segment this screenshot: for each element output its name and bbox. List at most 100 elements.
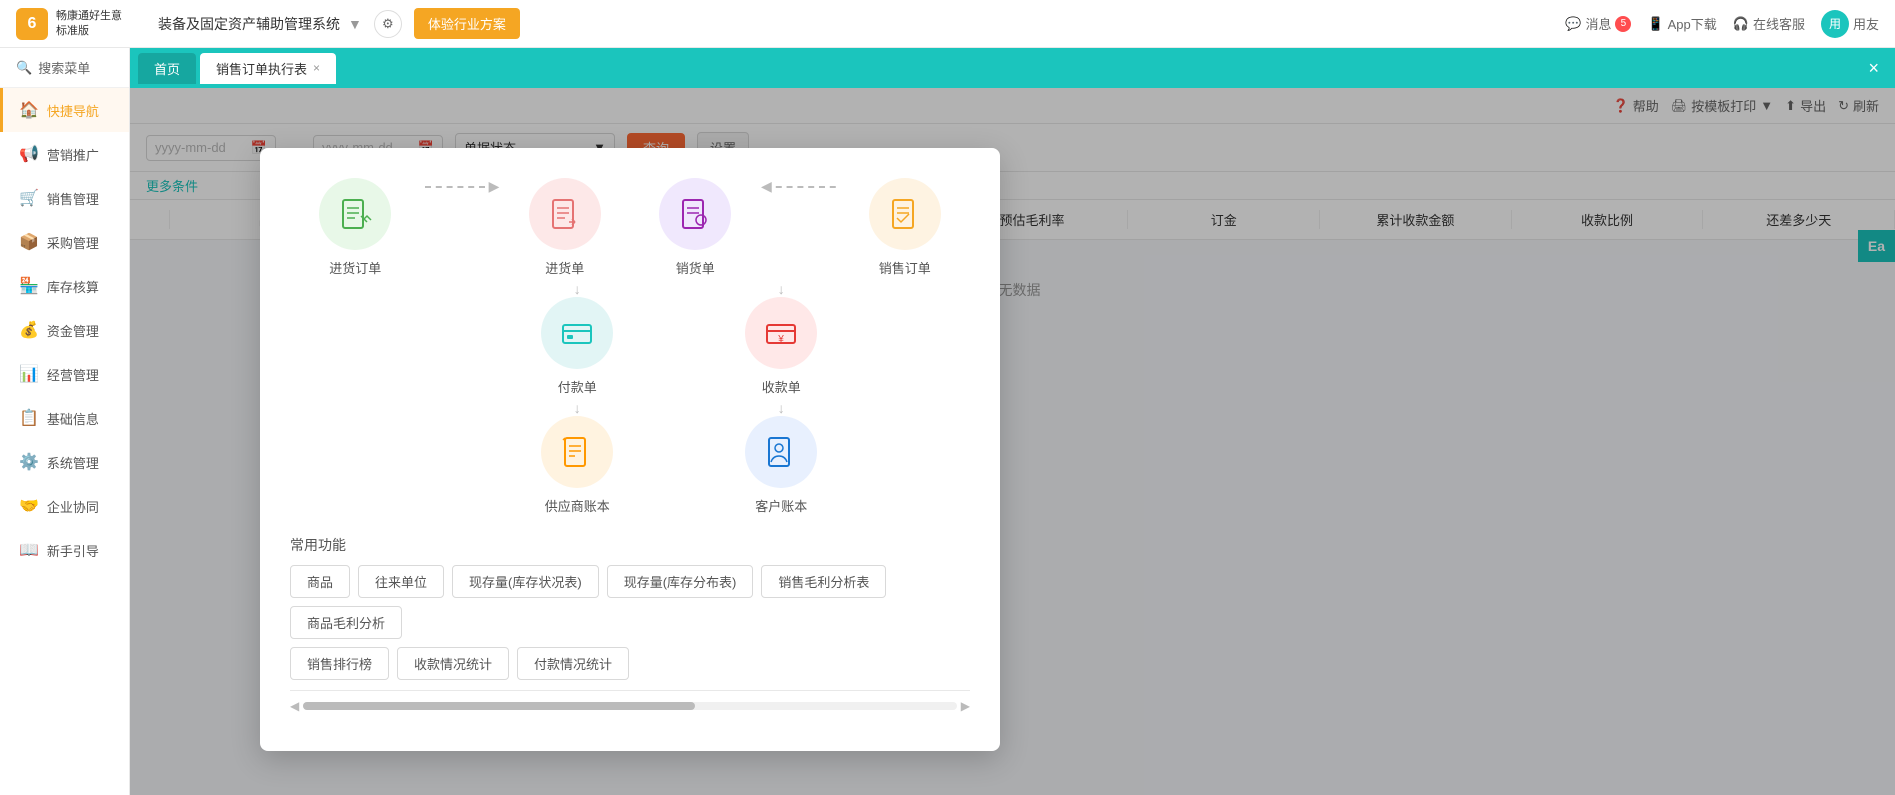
scroll-left-button[interactable]: ◀ bbox=[290, 699, 299, 713]
logo-icon: 6 bbox=[16, 8, 48, 40]
scrollbar-thumb bbox=[303, 702, 695, 710]
flow-node-purchase-order[interactable]: 进货订单 bbox=[290, 178, 421, 277]
modal: 进货订单 ▶ 进货单 bbox=[260, 148, 1000, 751]
sidebar-item-finance[interactable]: 💰 资金管理 bbox=[0, 308, 129, 352]
top-bar: 6 畅康通好生意 标准版 装备及固定资产辅助管理系统 ▼ ⚙ 体验行业方案 💬 … bbox=[0, 0, 1895, 48]
sidebar-item-operations[interactable]: 📊 经营管理 bbox=[0, 352, 129, 396]
search-icon: 🔍 bbox=[16, 60, 32, 76]
tab-close-icon[interactable]: × bbox=[313, 61, 320, 75]
purchase-icon: 📦 bbox=[19, 232, 39, 252]
marketing-icon: 📢 bbox=[19, 144, 39, 164]
online-service-button[interactable]: 🎧 在线客服 bbox=[1733, 14, 1805, 33]
page-content: ❓ 帮助 🖨 按模板打印 ▼ ⬆ 导出 ↻ 刷新 bbox=[130, 88, 1895, 795]
func-btn-counterparty[interactable]: 往来单位 bbox=[358, 565, 444, 598]
system-icon: ⚙️ bbox=[19, 452, 39, 472]
supplier-ledger-label: 供应商账本 bbox=[545, 496, 610, 515]
operations-icon: 📊 bbox=[19, 364, 39, 384]
receipt-icon: ¥ bbox=[745, 297, 817, 369]
sidebar-item-system[interactable]: ⚙️ 系统管理 bbox=[0, 440, 129, 484]
top-right: 💬 消息 5 📱 App下载 🎧 在线客服 用 用友 bbox=[1565, 10, 1879, 38]
scrollbar-track[interactable] bbox=[303, 702, 957, 710]
dropdown-icon[interactable]: ▼ bbox=[348, 16, 362, 32]
main-area: 🔍 搜索菜单 🏠 快捷导航 📢 营销推广 🛒 销售管理 📦 采购管理 🏪 bbox=[0, 48, 1895, 795]
tab-bar: 首页 销售订单执行表 × × bbox=[130, 48, 1895, 88]
tab-bar-close-button[interactable]: × bbox=[1860, 58, 1887, 79]
flow-node-sales-order[interactable]: 销售订单 bbox=[839, 178, 970, 277]
flow-node-customer-ledger: ↓ 客户账本 bbox=[657, 400, 861, 515]
sales-order-icon bbox=[869, 178, 941, 250]
flow-node-supplier-ledger-click[interactable]: 供应商账本 bbox=[497, 416, 657, 515]
newbie-icon: 📖 bbox=[19, 540, 39, 560]
func-btn-sales-profit[interactable]: 销售毛利分析表 bbox=[761, 565, 886, 598]
common-funcs-title: 常用功能 bbox=[290, 535, 970, 555]
sales-icon: 🛒 bbox=[19, 188, 39, 208]
inventory-icon: 🏪 bbox=[19, 276, 39, 296]
svg-text:¥: ¥ bbox=[777, 334, 784, 345]
tab-sales-order[interactable]: 销售订单执行表 × bbox=[200, 53, 336, 84]
settings-button[interactable]: ⚙ bbox=[374, 10, 402, 38]
message-icon: 💬 bbox=[1565, 16, 1581, 32]
sidebar: 🔍 搜索菜单 🏠 快捷导航 📢 营销推广 🛒 销售管理 📦 采购管理 🏪 bbox=[0, 48, 130, 795]
content-area: 首页 销售订单执行表 × × ❓ 帮助 🖨 按模板打印 bbox=[130, 48, 1895, 795]
flow-node-supplier-ledger: ↓ 供应商账本 bbox=[453, 400, 657, 515]
sidebar-item-sales[interactable]: 🛒 销售管理 bbox=[0, 176, 129, 220]
purchase-order-icon bbox=[319, 178, 391, 250]
flow-node-purchase-bill[interactable]: 进货单 bbox=[499, 178, 630, 277]
customer-ledger-icon bbox=[745, 416, 817, 488]
func-buttons: 商品 往来单位 现存量(库存状况表) 现存量(库存分布表) 销售毛利分析表 商品… bbox=[290, 565, 970, 639]
purchase-bill-icon bbox=[529, 178, 601, 250]
payment-icon bbox=[541, 297, 613, 369]
enterprise-icon: 🤝 bbox=[19, 496, 39, 516]
common-funcs: 常用功能 商品 往来单位 现存量(库存状况表) 现存量(库存分布表) 销售毛利分… bbox=[290, 535, 970, 680]
home-icon: 🏠 bbox=[19, 100, 39, 120]
sidebar-item-enterprise[interactable]: 🤝 企业协同 bbox=[0, 484, 129, 528]
trial-button[interactable]: 体验行业方案 bbox=[414, 8, 520, 39]
flow-node-receipt-click[interactable]: ¥ 收款单 bbox=[701, 297, 861, 396]
logo-text: 畅康通好生意 标准版 bbox=[56, 9, 122, 38]
sidebar-item-newbie[interactable]: 📖 新手引导 bbox=[0, 528, 129, 572]
headset-icon: 🎧 bbox=[1733, 16, 1749, 32]
logo-area: 6 畅康通好生意 标准版 bbox=[16, 8, 146, 40]
func-btn-inventory-dist[interactable]: 现存量(库存分布表) bbox=[607, 565, 754, 598]
user-avatar: 用 bbox=[1821, 10, 1849, 38]
func-btn-receipt-stats[interactable]: 收款情况统计 bbox=[397, 647, 509, 680]
sidebar-item-basic[interactable]: 📋 基础信息 bbox=[0, 396, 129, 440]
flow-node-sales-bill[interactable]: 销货单 bbox=[630, 178, 761, 277]
func-btn-payment-stats[interactable]: 付款情况统计 bbox=[517, 647, 629, 680]
tab-home[interactable]: 首页 bbox=[138, 53, 196, 84]
customer-ledger-label: 客户账本 bbox=[755, 496, 807, 515]
flow-node-customer-ledger-click[interactable]: 客户账本 bbox=[701, 416, 861, 515]
sidebar-item-inventory[interactable]: 🏪 库存核算 bbox=[0, 264, 129, 308]
app-download-button[interactable]: 📱 App下载 bbox=[1647, 14, 1716, 33]
sales-bill-icon bbox=[659, 178, 731, 250]
scroll-right-button[interactable]: ▶ bbox=[961, 699, 970, 713]
user-menu[interactable]: 用 用友 bbox=[1821, 10, 1879, 38]
flow-node-receipt: ↓ ¥ 收款单 bbox=[657, 281, 861, 396]
arrow-sales-to-order: ▶ bbox=[761, 178, 840, 217]
flow-node-payment-click[interactable]: 付款单 bbox=[497, 297, 657, 396]
func-btn-sales-rank[interactable]: 销售排行榜 bbox=[290, 647, 389, 680]
flow-node-payment: ↓ 付款单 bbox=[453, 281, 657, 396]
scrollbar-row: ◀ ▶ bbox=[290, 690, 970, 721]
phone-icon: 📱 bbox=[1647, 16, 1663, 32]
message-badge: 5 bbox=[1615, 16, 1631, 32]
sidebar-item-marketing[interactable]: 📢 营销推广 bbox=[0, 132, 129, 176]
purchase-order-label: 进货订单 bbox=[329, 258, 381, 277]
func-btn-product-profit[interactable]: 商品毛利分析 bbox=[290, 606, 402, 639]
sidebar-item-quick-nav[interactable]: 🏠 快捷导航 bbox=[0, 88, 129, 132]
sales-order-label: 销售订单 bbox=[879, 258, 931, 277]
basic-icon: 📋 bbox=[19, 408, 39, 428]
arrow-purchase-to-bill: ▶ bbox=[421, 178, 500, 217]
finance-icon: 💰 bbox=[19, 320, 39, 340]
message-button[interactable]: 💬 消息 5 bbox=[1565, 14, 1631, 33]
func-btn-inventory-status[interactable]: 现存量(库存状况表) bbox=[452, 565, 599, 598]
sidebar-item-purchase[interactable]: 📦 采购管理 bbox=[0, 220, 129, 264]
search-menu[interactable]: 🔍 搜索菜单 bbox=[0, 48, 129, 88]
func-btn-product[interactable]: 商品 bbox=[290, 565, 350, 598]
payment-label: 付款单 bbox=[558, 377, 597, 396]
func-buttons-row2: 销售排行榜 收款情况统计 付款情况统计 bbox=[290, 647, 970, 680]
sales-bill-label: 销货单 bbox=[676, 258, 715, 277]
system-title: 装备及固定资产辅助管理系统 ▼ bbox=[158, 14, 362, 34]
app-container: 6 畅康通好生意 标准版 装备及固定资产辅助管理系统 ▼ ⚙ 体验行业方案 💬 … bbox=[0, 0, 1895, 795]
supplier-ledger-icon bbox=[541, 416, 613, 488]
